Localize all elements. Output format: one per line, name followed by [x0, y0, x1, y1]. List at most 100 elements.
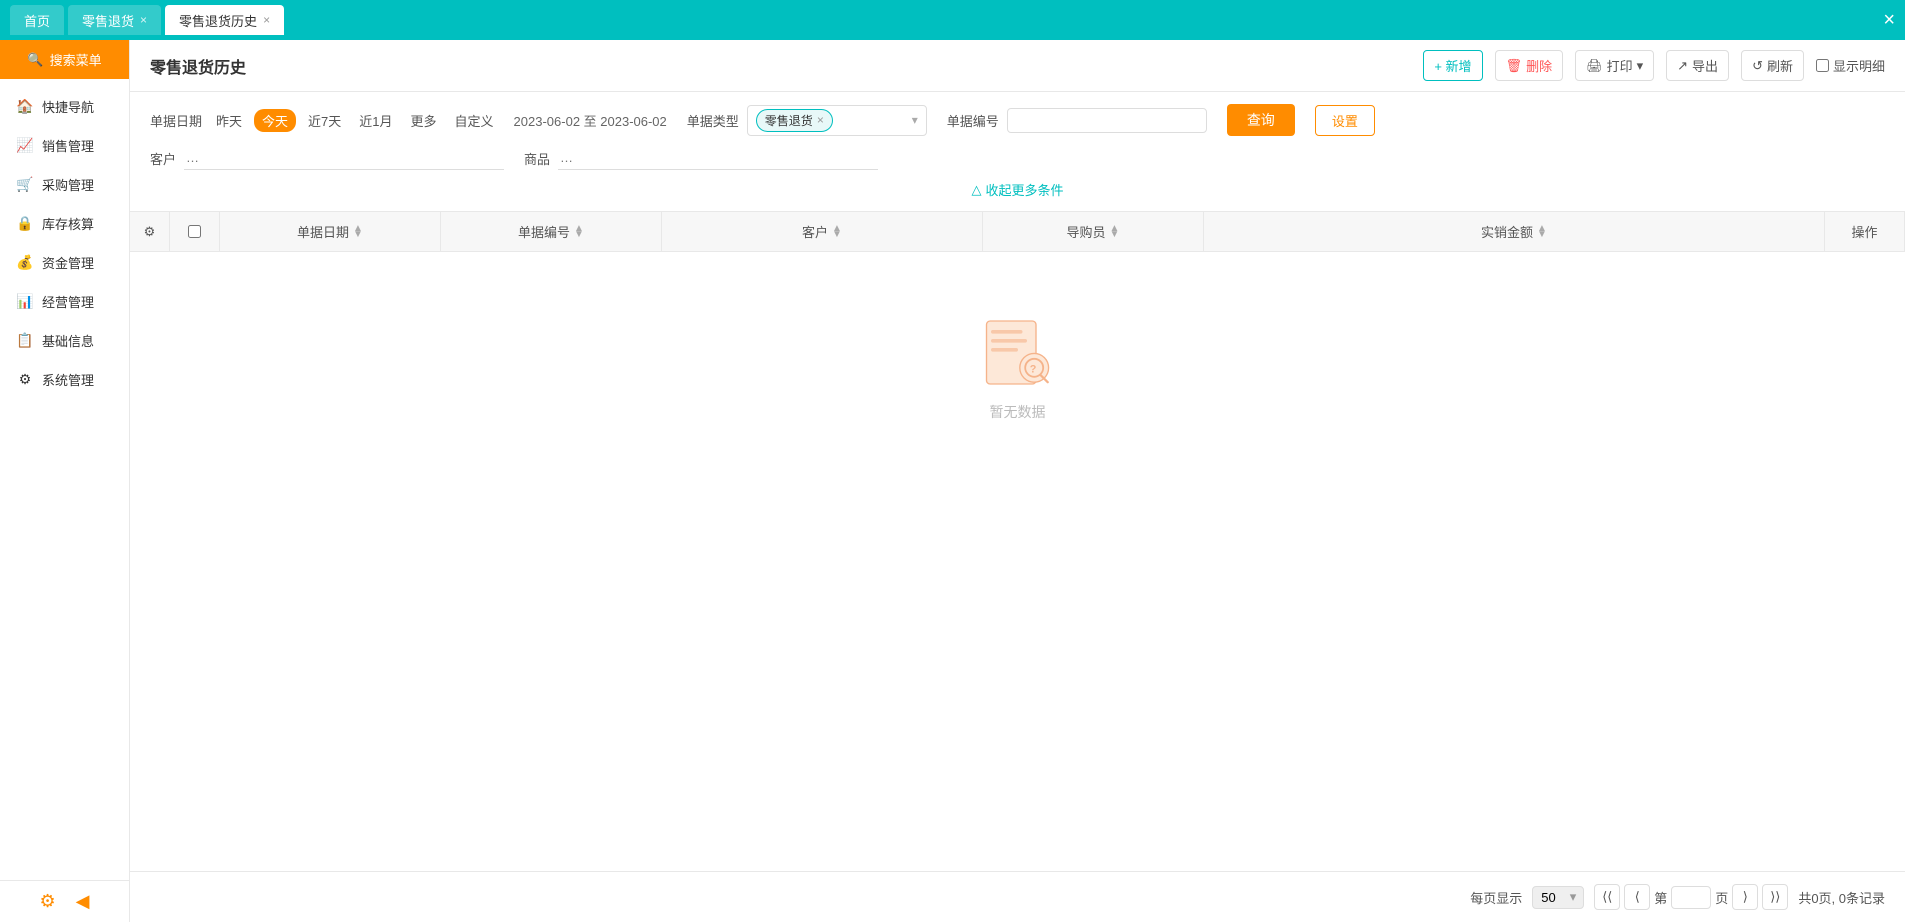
- delete-icon: 🗑: [1506, 58, 1523, 74]
- order-type-tag: 零售退货 ×: [756, 109, 833, 132]
- select-all-checkbox[interactable]: [188, 225, 201, 238]
- quick-nav-icon: 🏠: [16, 98, 34, 116]
- delete-label: 删除: [1526, 56, 1552, 75]
- sidebar-item-inventory-label: 库存核算: [42, 214, 94, 233]
- tab-retail-return-close[interactable]: ×: [140, 13, 147, 27]
- sidebar-item-operation[interactable]: 📊 经营管理: [0, 282, 129, 321]
- delete-button[interactable]: 🗑 删除: [1495, 50, 1564, 81]
- order-no-input[interactable]: [1007, 108, 1207, 133]
- date-range-display: 2023-06-02 至 2023-06-02: [514, 111, 667, 130]
- th-customer[interactable]: 客户 ▲▼: [662, 212, 983, 251]
- th-settings[interactable]: ⚙: [130, 212, 170, 251]
- page-input[interactable]: 1: [1671, 886, 1711, 909]
- refresh-label: 刷新: [1767, 56, 1793, 75]
- set-button[interactable]: 设置: [1315, 105, 1375, 136]
- tab-retail-return-label: 零售退货: [82, 11, 134, 30]
- per-page-select-wrapper: 20 50 100: [1532, 886, 1584, 909]
- tab-retail-return-history[interactable]: 零售退货历史 ×: [165, 5, 284, 35]
- tab-home-label: 首页: [24, 11, 50, 30]
- goods-input[interactable]: [558, 146, 878, 170]
- customer-filter: 客户: [150, 146, 504, 170]
- print-label: 打印: [1607, 56, 1633, 75]
- order-type-tag-value: 零售退货: [765, 112, 813, 129]
- export-button[interactable]: ↗ 导出: [1666, 50, 1729, 81]
- query-button[interactable]: 查询: [1227, 104, 1295, 136]
- sidebar-item-quick-nav[interactable]: 🏠 快捷导航: [0, 87, 129, 126]
- customer-label: 客户: [150, 149, 176, 168]
- pagination: 每页显示 20 50 100 ⟨⟨ ⟨ 第 1 页 ⟩ ⟩⟩ 共0页, 0条记录: [130, 871, 1905, 922]
- page-first-button[interactable]: ⟨⟨: [1594, 884, 1620, 910]
- th-date[interactable]: 单据日期 ▲▼: [220, 212, 441, 251]
- page-prev-button[interactable]: ⟨: [1624, 884, 1650, 910]
- sidebar-item-inventory[interactable]: 🔒 库存核算: [0, 204, 129, 243]
- sidebar-item-quick-nav-label: 快捷导航: [42, 97, 94, 116]
- operation-icon: 📊: [16, 293, 34, 311]
- tab-retail-return-history-label: 零售退货历史: [179, 11, 257, 30]
- per-page-label: 每页显示: [1470, 888, 1522, 907]
- goods-label: 商品: [524, 149, 550, 168]
- purchase-icon: 🛒: [16, 176, 34, 194]
- th-date-label: 单据日期: [297, 222, 349, 241]
- empty-state-text: 暂无数据: [990, 402, 1046, 422]
- filter-row-1: 单据日期 昨天 今天 近7天 近1月 更多 自定义 2023-06-02 至 2…: [150, 104, 1885, 136]
- sidebar-item-sales[interactable]: 📈 销售管理: [0, 126, 129, 165]
- date-options: 昨天 今天 近7天 近1月 更多 自定义: [210, 109, 500, 132]
- customer-sort-icon: ▲▼: [832, 226, 842, 238]
- th-checkbox[interactable]: [170, 212, 220, 251]
- date-opt-yesterday[interactable]: 昨天: [210, 109, 248, 132]
- collapse-row: △ 收起更多条件: [150, 180, 1885, 199]
- main-layout: 🔍 搜索菜单 🏠 快捷导航 📈 销售管理 🛒 采购管理 🔒 库存核算 💰: [0, 40, 1905, 922]
- refresh-icon: ↺: [1752, 58, 1763, 74]
- per-page-select[interactable]: 20 50 100: [1532, 886, 1584, 909]
- date-filter-label: 单据日期: [150, 111, 202, 130]
- tab-retail-return[interactable]: 零售退货 ×: [68, 5, 161, 35]
- amount-sort-icon: ▲▼: [1537, 226, 1547, 238]
- page-last-button[interactable]: ⟩⟩: [1762, 884, 1788, 910]
- show-detail-checkbox-label[interactable]: 显示明细: [1816, 56, 1885, 75]
- page-total: 共0页, 0条记录: [1798, 888, 1885, 907]
- date-opt-today[interactable]: 今天: [254, 109, 296, 132]
- collapse-button[interactable]: △ 收起更多条件: [971, 180, 1063, 199]
- tab-home[interactable]: 首页: [10, 5, 64, 35]
- th-action-label: 操作: [1851, 222, 1877, 241]
- collapse-arrow-icon: △: [971, 182, 981, 198]
- sidebar-item-sales-label: 销售管理: [42, 136, 94, 155]
- order-type-dropdown-icon: ▾: [912, 113, 918, 127]
- date-opt-custom[interactable]: 自定义: [449, 109, 500, 132]
- sidebar-item-finance[interactable]: 💰 资金管理: [0, 243, 129, 282]
- date-sort-icon: ▲▼: [353, 226, 363, 238]
- th-amount[interactable]: 实销金额 ▲▼: [1204, 212, 1825, 251]
- sidebar-item-purchase[interactable]: 🛒 采购管理: [0, 165, 129, 204]
- collapse-sidebar-icon[interactable]: ◀: [76, 891, 90, 912]
- date-opt-7days[interactable]: 近7天: [302, 109, 347, 132]
- new-button[interactable]: + 新增: [1423, 50, 1482, 81]
- page-suffix: 页: [1715, 888, 1728, 907]
- order-no-label: 单据编号: [947, 111, 999, 130]
- print-button[interactable]: 🖨 打印 ▾: [1575, 50, 1654, 81]
- order-type-select-wrapper[interactable]: 零售退货 × ▾: [747, 105, 927, 136]
- refresh-button[interactable]: ↺ 刷新: [1741, 50, 1804, 81]
- guide-sort-icon: ▲▼: [1110, 226, 1120, 238]
- page-next-button[interactable]: ⟩: [1732, 884, 1758, 910]
- th-order-no[interactable]: 单据编号 ▲▼: [441, 212, 662, 251]
- sidebar-item-basic-info[interactable]: 📋 基础信息: [0, 321, 129, 360]
- sales-icon: 📈: [16, 137, 34, 155]
- basic-info-icon: 📋: [16, 332, 34, 350]
- th-customer-label: 客户: [802, 222, 828, 241]
- sidebar-search[interactable]: 🔍 搜索菜单: [0, 40, 129, 79]
- date-opt-1month[interactable]: 近1月: [353, 109, 398, 132]
- svg-text:?: ?: [1029, 363, 1036, 375]
- date-opt-more[interactable]: 更多: [405, 109, 443, 132]
- window-close-button[interactable]: ×: [1883, 9, 1895, 32]
- th-guide[interactable]: 导购员 ▲▼: [983, 212, 1204, 251]
- table-header: ⚙ 单据日期 ▲▼ 单据编号 ▲▼ 客户 ▲▼ 导购员: [130, 212, 1905, 252]
- tab-retail-return-history-close[interactable]: ×: [263, 13, 270, 27]
- th-action: 操作: [1825, 212, 1905, 251]
- customer-input[interactable]: [184, 146, 504, 170]
- sidebar: 🔍 搜索菜单 🏠 快捷导航 📈 销售管理 🛒 采购管理 🔒 库存核算 💰: [0, 40, 130, 922]
- sidebar-item-system[interactable]: ⚙ 系统管理: [0, 360, 129, 399]
- show-detail-checkbox[interactable]: [1816, 59, 1829, 72]
- filter-area: 单据日期 昨天 今天 近7天 近1月 更多 自定义 2023-06-02 至 2…: [130, 92, 1905, 212]
- order-type-tag-close[interactable]: ×: [817, 113, 824, 127]
- settings-footer-icon[interactable]: ⚙: [40, 891, 56, 912]
